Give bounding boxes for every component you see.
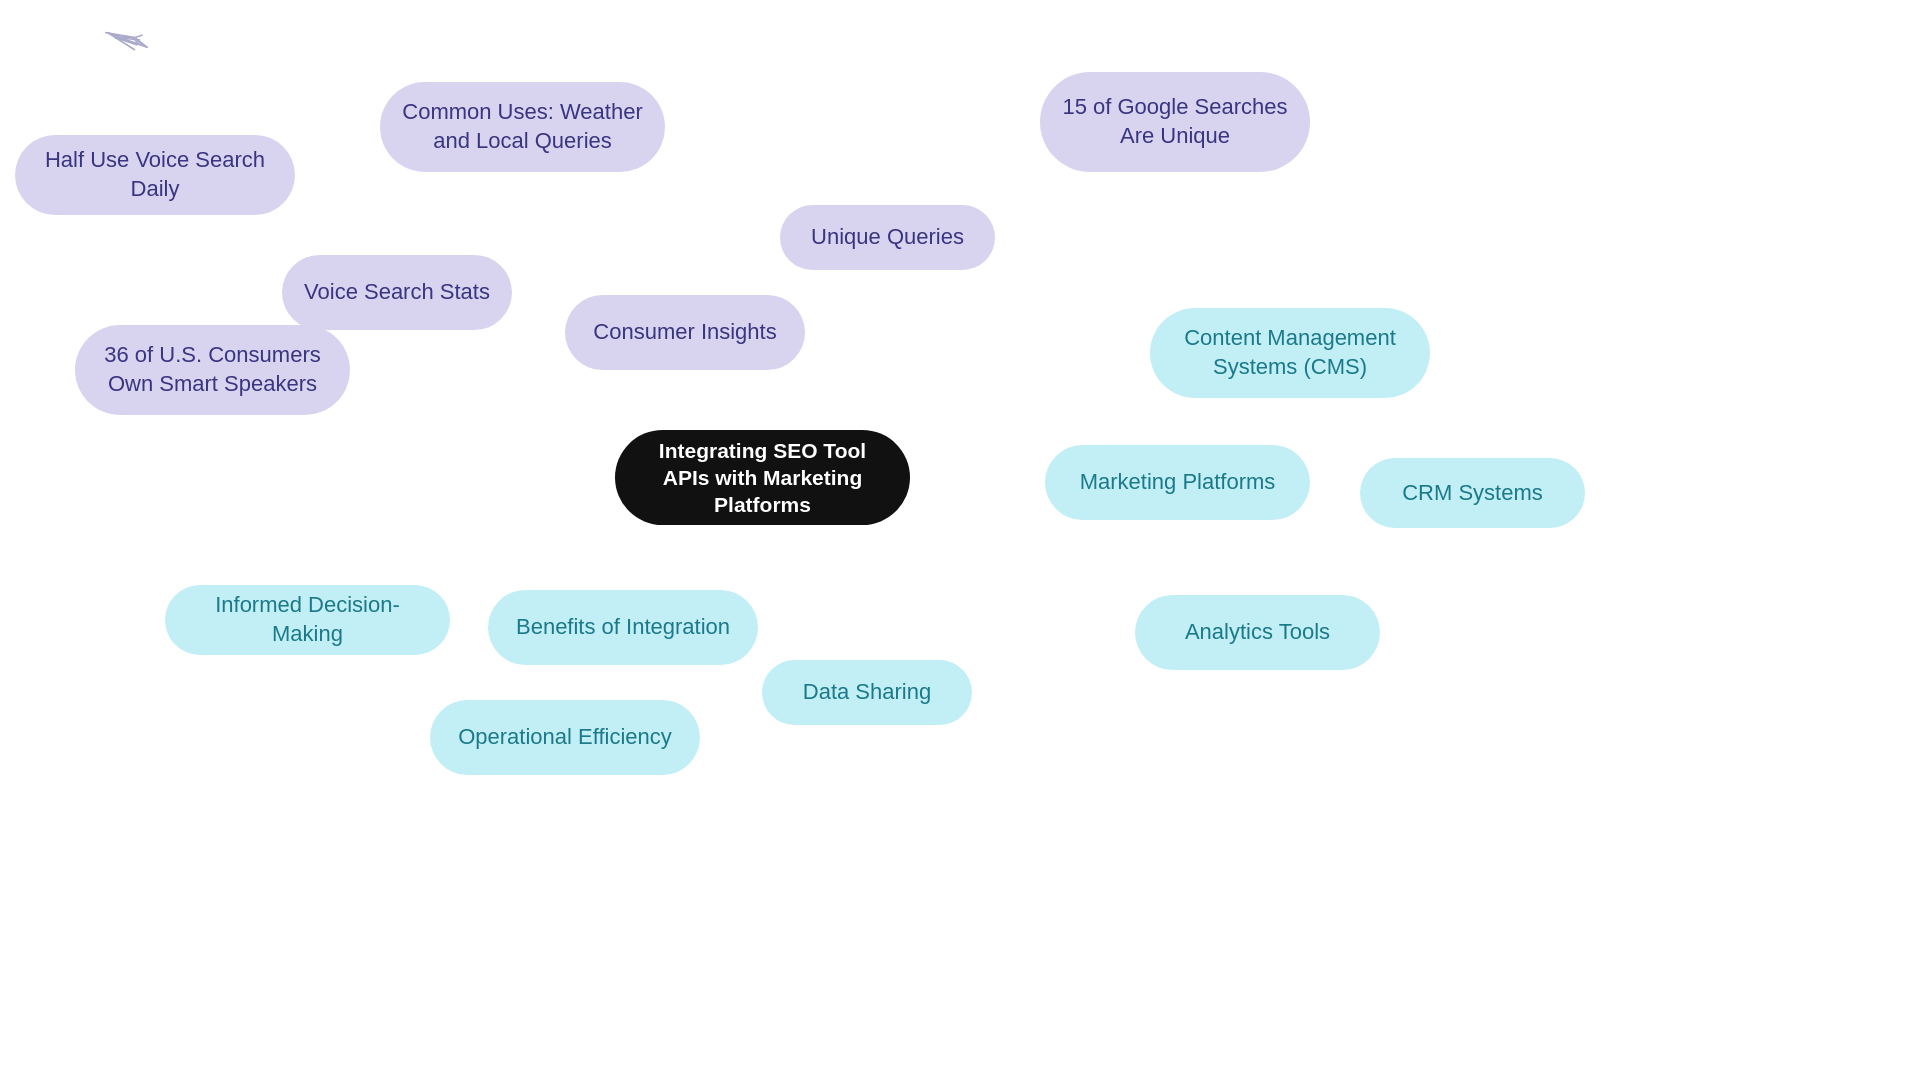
svg-line-0	[120, 38, 148, 48]
analytics-node: Analytics Tools	[1135, 595, 1380, 670]
marketing-platforms-node: Marketing Platforms	[1045, 445, 1310, 520]
consumers-36-node: 36 of U.S. Consumers Own Smart Speakers	[75, 325, 350, 415]
consumer-insights-node: Consumer Insights	[565, 295, 805, 370]
voice-search-stats-node: Voice Search Stats	[282, 255, 512, 330]
svg-line-3	[115, 38, 140, 41]
google-15-node: 15 of Google Searches Are Unique	[1040, 72, 1310, 172]
svg-line-11	[133, 38, 148, 48]
svg-line-10	[105, 33, 135, 38]
unique-queries-node: Unique Queries	[780, 205, 995, 270]
svg-line-6	[108, 33, 136, 51]
svg-line-4	[115, 38, 143, 46]
svg-line-8	[135, 35, 143, 38]
svg-line-12	[133, 38, 141, 46]
half-use-node: Half Use Voice Search Daily	[15, 135, 295, 215]
svg-line-2	[108, 33, 121, 38]
cms-node: Content Management Systems (CMS)	[1150, 308, 1430, 398]
operational-node: Operational Efficiency	[430, 700, 700, 775]
crm-node: CRM Systems	[1360, 458, 1585, 528]
data-sharing-node: Data Sharing	[762, 660, 972, 725]
svg-line-7	[135, 38, 148, 48]
common-uses-node: Common Uses: Weather and Local Queries	[380, 82, 665, 172]
informed-node: Informed Decision-Making	[165, 585, 450, 655]
svg-line-5	[115, 38, 138, 46]
benefits-node: Benefits of Integration	[488, 590, 758, 665]
svg-line-13	[113, 35, 133, 38]
center-node: Integrating SEO Tool APIs with Marketing…	[615, 430, 910, 525]
